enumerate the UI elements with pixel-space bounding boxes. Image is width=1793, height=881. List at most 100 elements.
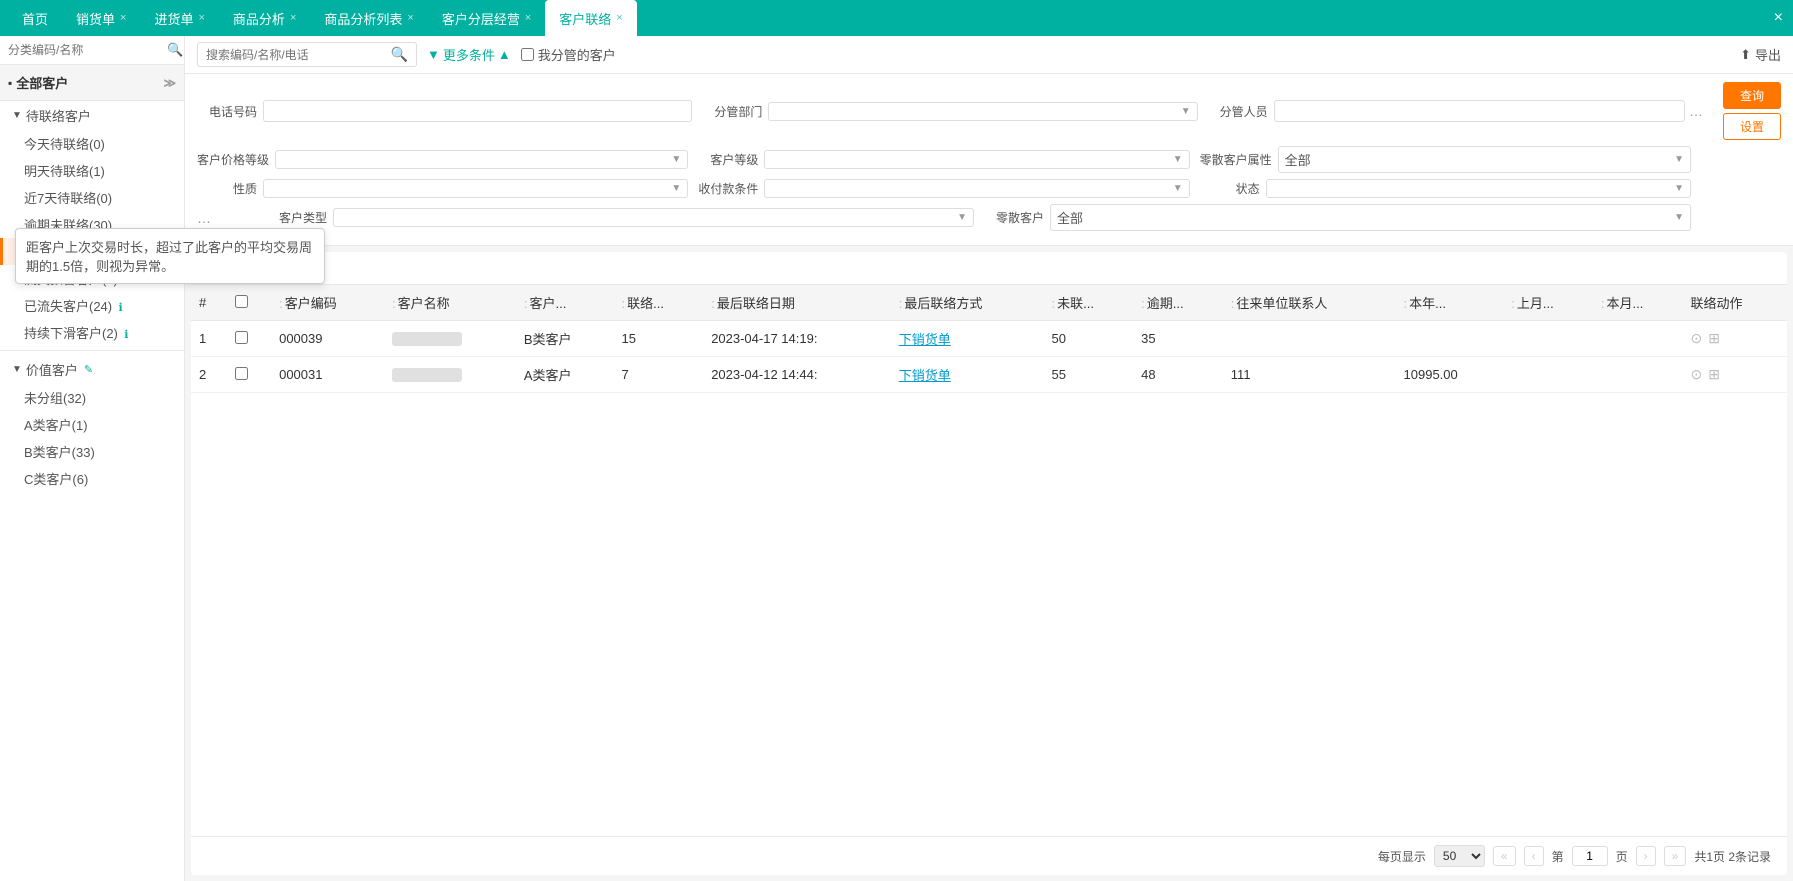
- tab-home[interactable]: 首页: [8, 0, 62, 36]
- more-icon[interactable]: …: [1689, 103, 1703, 119]
- sidebar-item-tomorrow[interactable]: 明天待联络(1): [0, 157, 184, 184]
- tab-customer-segment[interactable]: 客户分层经营 ×: [428, 0, 545, 36]
- cell-this-month: [1593, 357, 1683, 393]
- expand-icon[interactable]: ≫: [163, 76, 176, 90]
- link-icon[interactable]: ⊙: [1691, 366, 1703, 383]
- sidebar-item-ungroup[interactable]: 未分组(32): [0, 384, 184, 411]
- edit-icon[interactable]: ✎: [84, 363, 93, 376]
- retail-attr-field: 零散客户属性 全部 ▼: [1200, 146, 1691, 173]
- top-nav: 首页 销货单 × 进货单 × 商品分析 × 商品分析列表 × 客户分层经营 × …: [0, 0, 1793, 36]
- dots-icon[interactable]: …: [197, 210, 211, 226]
- close-icon[interactable]: ×: [525, 12, 531, 24]
- row-checkbox[interactable]: [235, 331, 248, 344]
- phone-input[interactable]: [263, 100, 692, 122]
- tab-purchase-order[interactable]: 进货单 ×: [140, 0, 218, 36]
- nature-field: 性质 ▼: [197, 179, 688, 198]
- tab-product-analysis[interactable]: 商品分析 ×: [219, 0, 310, 36]
- pending-contact-title[interactable]: ▼ 待联络客户: [0, 101, 184, 130]
- dots-field: …: [197, 210, 257, 226]
- value-customers-title[interactable]: ▼ 价值客户 ✎: [0, 355, 184, 384]
- all-customers-header[interactable]: ▪ 全部客户 ≫: [0, 65, 184, 101]
- cell-name: [384, 357, 516, 393]
- price-grade-select[interactable]: ▼: [275, 150, 688, 169]
- cell-not-contacted: 50: [1043, 321, 1133, 357]
- retail-customer-select[interactable]: 全部 ▼: [1050, 204, 1691, 231]
- sidebar-item-declining[interactable]: 持续下滑客户(2) ℹ: [0, 319, 184, 346]
- customer-grade-select[interactable]: ▼: [764, 150, 1189, 169]
- cell-checkbox: [227, 357, 271, 393]
- cell-not-contacted: 55: [1043, 357, 1133, 393]
- close-icon[interactable]: ×: [616, 12, 622, 24]
- first-page-button[interactable]: «: [1493, 846, 1516, 866]
- customer-type-select[interactable]: ▼: [333, 208, 974, 227]
- search-input[interactable]: [206, 48, 391, 62]
- page-input[interactable]: [1572, 846, 1608, 866]
- row-checkbox[interactable]: [235, 367, 248, 380]
- settings-button[interactable]: 设置: [1723, 113, 1781, 140]
- chevron-down-icon: ▼: [1173, 183, 1183, 194]
- close-all-tabs-button[interactable]: ×: [1774, 9, 1783, 27]
- action-icons-container: ⊙ ⊞: [1691, 330, 1779, 347]
- sidebar-search-input[interactable]: [8, 43, 163, 57]
- cell-action-icons: ⊙ ⊞: [1683, 321, 1787, 357]
- tab-product-analysis-list[interactable]: 商品分析列表 ×: [310, 0, 427, 36]
- link-icon[interactable]: ⊙: [1691, 330, 1703, 347]
- table-header-row: # :客户编码 :客户名称 :客户... :联络... :最后联络日期 :最后联…: [191, 285, 1787, 321]
- sidebar-item-class-c[interactable]: C类客户(6): [0, 465, 184, 492]
- per-page-select[interactable]: 50 20 100: [1434, 845, 1485, 867]
- select-all-checkbox[interactable]: [235, 295, 248, 308]
- price-grade-field: 客户价格等级 ▼: [197, 150, 688, 169]
- cell-code: 000039: [271, 321, 384, 357]
- sidebar-item-class-a[interactable]: A类客户(1): [0, 411, 184, 438]
- grid-icon[interactable]: ⊞: [1708, 366, 1720, 383]
- my-customers-checkbox[interactable]: [521, 48, 534, 61]
- status-field: 状态 ▼: [1200, 179, 1691, 198]
- chevron-up-icon: ▲: [498, 47, 511, 62]
- tab-customer-contact[interactable]: 客户联络 ×: [545, 0, 636, 36]
- pending-contact-group: ▼ 待联络客户 今天待联络(0) 明天待联络(1) 近7天待联络(0) 逾期未联…: [0, 101, 184, 238]
- customer-name-blurred: [392, 368, 462, 382]
- grid-icon[interactable]: ⊞: [1708, 330, 1720, 347]
- query-button[interactable]: 查询: [1723, 82, 1781, 109]
- export-button[interactable]: ⬆ 导出: [1740, 45, 1781, 64]
- payment-select[interactable]: ▼: [764, 179, 1189, 198]
- close-icon[interactable]: ×: [120, 12, 126, 24]
- sidebar-item-class-b[interactable]: B类客户(33): [0, 438, 184, 465]
- triangle-icon: ▼: [12, 364, 22, 375]
- retail-attr-select[interactable]: 全部 ▼: [1278, 146, 1691, 173]
- collapse-icon: ▪: [8, 76, 12, 90]
- close-icon[interactable]: ×: [407, 12, 413, 24]
- last-page-button[interactable]: »: [1664, 846, 1687, 866]
- sidebar-search-icon[interactable]: 🔍: [167, 42, 183, 58]
- close-icon[interactable]: ×: [290, 12, 296, 24]
- cell-last-contact-way: 下销货单: [891, 357, 1044, 393]
- cell-last-contact-date: 2023-04-17 14:19:: [703, 321, 891, 357]
- search-icon[interactable]: 🔍: [391, 46, 408, 63]
- cell-this-year: 10995.00: [1396, 357, 1504, 393]
- nature-select[interactable]: ▼: [263, 179, 688, 198]
- cell-contacts: [1223, 321, 1396, 357]
- col-contacts: :往来单位联系人: [1223, 285, 1396, 321]
- page-unit-label: 页: [1616, 848, 1628, 865]
- more-conditions-button[interactable]: ▼ 更多条件 ▲: [427, 45, 511, 64]
- sidebar-item-7days[interactable]: 近7天待联络(0): [0, 184, 184, 211]
- next-page-button[interactable]: ›: [1636, 846, 1656, 866]
- status-select[interactable]: ▼: [1266, 179, 1691, 198]
- table-scroll-container: # :客户编码 :客户名称 :客户... :联络... :最后联络日期 :最后联…: [191, 285, 1787, 836]
- manager-input[interactable]: [1274, 100, 1685, 122]
- sidebar-item-churned[interactable]: 已流失客户(24) ℹ: [0, 292, 184, 319]
- manager-label: 分管人员: [1208, 103, 1268, 120]
- tab-sales-order[interactable]: 销货单 ×: [62, 0, 140, 36]
- close-icon[interactable]: ×: [198, 12, 204, 24]
- dept-select[interactable]: ▼: [768, 102, 1197, 121]
- last-contact-way-link[interactable]: 下销货单: [899, 332, 951, 347]
- prev-page-button[interactable]: ‹: [1524, 846, 1544, 866]
- chevron-down-icon: ▼: [1181, 106, 1191, 117]
- sidebar-item-today[interactable]: 今天待联络(0): [0, 130, 184, 157]
- cell-checkbox: [227, 321, 271, 357]
- cell-action-icons: ⊙ ⊞: [1683, 357, 1787, 393]
- action-icons-container: ⊙ ⊞: [1691, 366, 1779, 383]
- retail-attr-label: 零散客户属性: [1200, 151, 1272, 168]
- last-contact-way-link[interactable]: 下销货单: [899, 368, 951, 383]
- filter-row-3: 性质 ▼ 收付款条件 ▼ 状态: [197, 179, 1781, 198]
